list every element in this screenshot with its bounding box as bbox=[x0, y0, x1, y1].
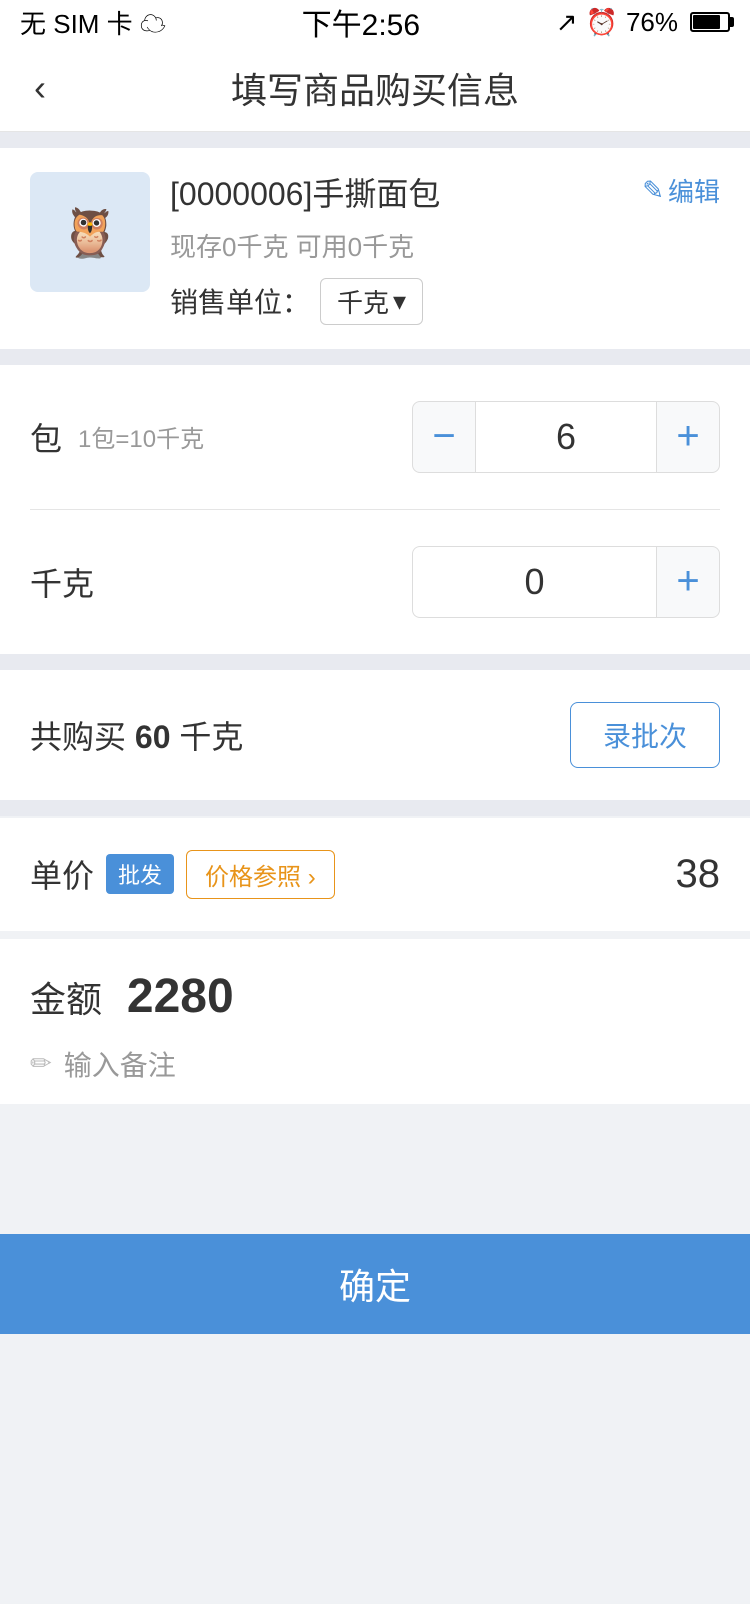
kg-quantity-row: 千克 + bbox=[30, 510, 720, 654]
total-unit: 千克 bbox=[179, 719, 243, 755]
pencil-icon: ✏ bbox=[30, 1048, 52, 1079]
product-unit-row: 销售单位： 千克 ▾ bbox=[170, 278, 720, 325]
bao-text: 包 bbox=[30, 414, 62, 460]
bao-quantity-row: 包 1包=10千克 − + bbox=[30, 365, 720, 509]
kg-quantity-control: + bbox=[412, 546, 720, 618]
total-row: 共购买 60 千克 录批次 bbox=[0, 670, 750, 800]
kg-quantity-input[interactable] bbox=[412, 546, 656, 618]
back-button[interactable]: ‹ bbox=[24, 57, 56, 119]
total-amount: 60 bbox=[135, 719, 179, 755]
status-left: 无 SIM 卡 ☁ bbox=[20, 4, 166, 41]
total-text: 共购买 60 千克 bbox=[30, 712, 243, 758]
product-name: [0000006]手撕面包 bbox=[170, 172, 720, 217]
price-reference-button[interactable]: 价格参照 › bbox=[186, 850, 335, 899]
mid-divider-2 bbox=[0, 654, 750, 670]
battery-icon bbox=[690, 12, 730, 32]
product-thumbnail-icon: 🦉 bbox=[60, 204, 120, 261]
amount-value: 2280 bbox=[127, 970, 234, 1023]
location-icon: ↗ bbox=[556, 7, 578, 38]
battery-percent: 76% bbox=[626, 7, 678, 38]
unit-select[interactable]: 千克 ▾ bbox=[320, 278, 423, 325]
kg-plus-button[interactable]: + bbox=[656, 546, 720, 618]
product-image: 🦉 bbox=[30, 172, 150, 292]
mid-divider-3 bbox=[0, 800, 750, 816]
product-info: [0000006]手撕面包 现存0千克 可用0千克 销售单位： 千克 ▾ bbox=[170, 172, 720, 325]
edit-icon: ✎ bbox=[642, 175, 664, 206]
edit-button[interactable]: ✎ 编辑 bbox=[642, 172, 720, 209]
product-card: 🦉 [0000006]手撕面包 现存0千克 可用0千克 销售单位： 千克 ▾ ✎… bbox=[0, 148, 750, 349]
kg-label: 千克 bbox=[30, 559, 94, 605]
batch-button[interactable]: 录批次 bbox=[570, 702, 720, 768]
price-type-tag: 批发 bbox=[106, 854, 174, 894]
price-label-text: 单价 bbox=[30, 851, 94, 897]
confirm-text: 确定 bbox=[339, 1258, 411, 1310]
status-right: ↗ ⏰ 76% bbox=[556, 7, 730, 38]
bao-quantity-control: − + bbox=[412, 401, 720, 473]
bao-quantity-input[interactable] bbox=[476, 401, 656, 473]
no-sim-label: 无 SIM 卡 ☁ bbox=[20, 4, 166, 41]
bao-label: 包 1包=10千克 bbox=[30, 414, 204, 460]
confirm-bar[interactable]: 确定 bbox=[0, 1234, 750, 1334]
note-label: 输入备注 bbox=[64, 1044, 176, 1084]
unit-label: 销售单位： bbox=[170, 281, 310, 321]
nav-bar: ‹ 填写商品购买信息 bbox=[0, 44, 750, 132]
top-divider bbox=[0, 132, 750, 148]
price-value: 38 bbox=[676, 852, 721, 897]
status-bar: 无 SIM 卡 ☁ 下午2:56 ↗ ⏰ 76% bbox=[0, 0, 750, 44]
amount-row: 金额 2280 bbox=[30, 969, 720, 1024]
total-prefix: 共购买 bbox=[30, 719, 126, 755]
price-label-group: 单价 批发 价格参照 › bbox=[30, 850, 335, 899]
back-icon: ‹ bbox=[34, 67, 46, 108]
unit-value: 千克 bbox=[337, 283, 389, 320]
mid-divider-1 bbox=[0, 349, 750, 365]
kg-text: 千克 bbox=[30, 559, 94, 605]
price-section: 单价 批发 价格参照 › 38 bbox=[0, 818, 750, 931]
quantity-section: 包 1包=10千克 − + 千克 + bbox=[0, 365, 750, 654]
status-time: 下午2:56 bbox=[302, 0, 420, 44]
amount-label: 金额 bbox=[30, 979, 102, 1020]
page-title: 填写商品购买信息 bbox=[231, 62, 519, 114]
bao-plus-button[interactable]: + bbox=[656, 401, 720, 473]
amount-note-row[interactable]: ✏ 输入备注 bbox=[30, 1044, 720, 1084]
alarm-icon: ⏰ bbox=[586, 7, 618, 38]
edit-label: 编辑 bbox=[668, 172, 720, 209]
bao-minus-button[interactable]: − bbox=[412, 401, 476, 473]
bao-hint: 1包=10千克 bbox=[78, 419, 204, 454]
dropdown-arrow-icon: ▾ bbox=[393, 286, 406, 317]
product-stock: 现存0千克 可用0千克 bbox=[170, 227, 720, 264]
amount-section: 金额 2280 ✏ 输入备注 bbox=[0, 931, 750, 1104]
